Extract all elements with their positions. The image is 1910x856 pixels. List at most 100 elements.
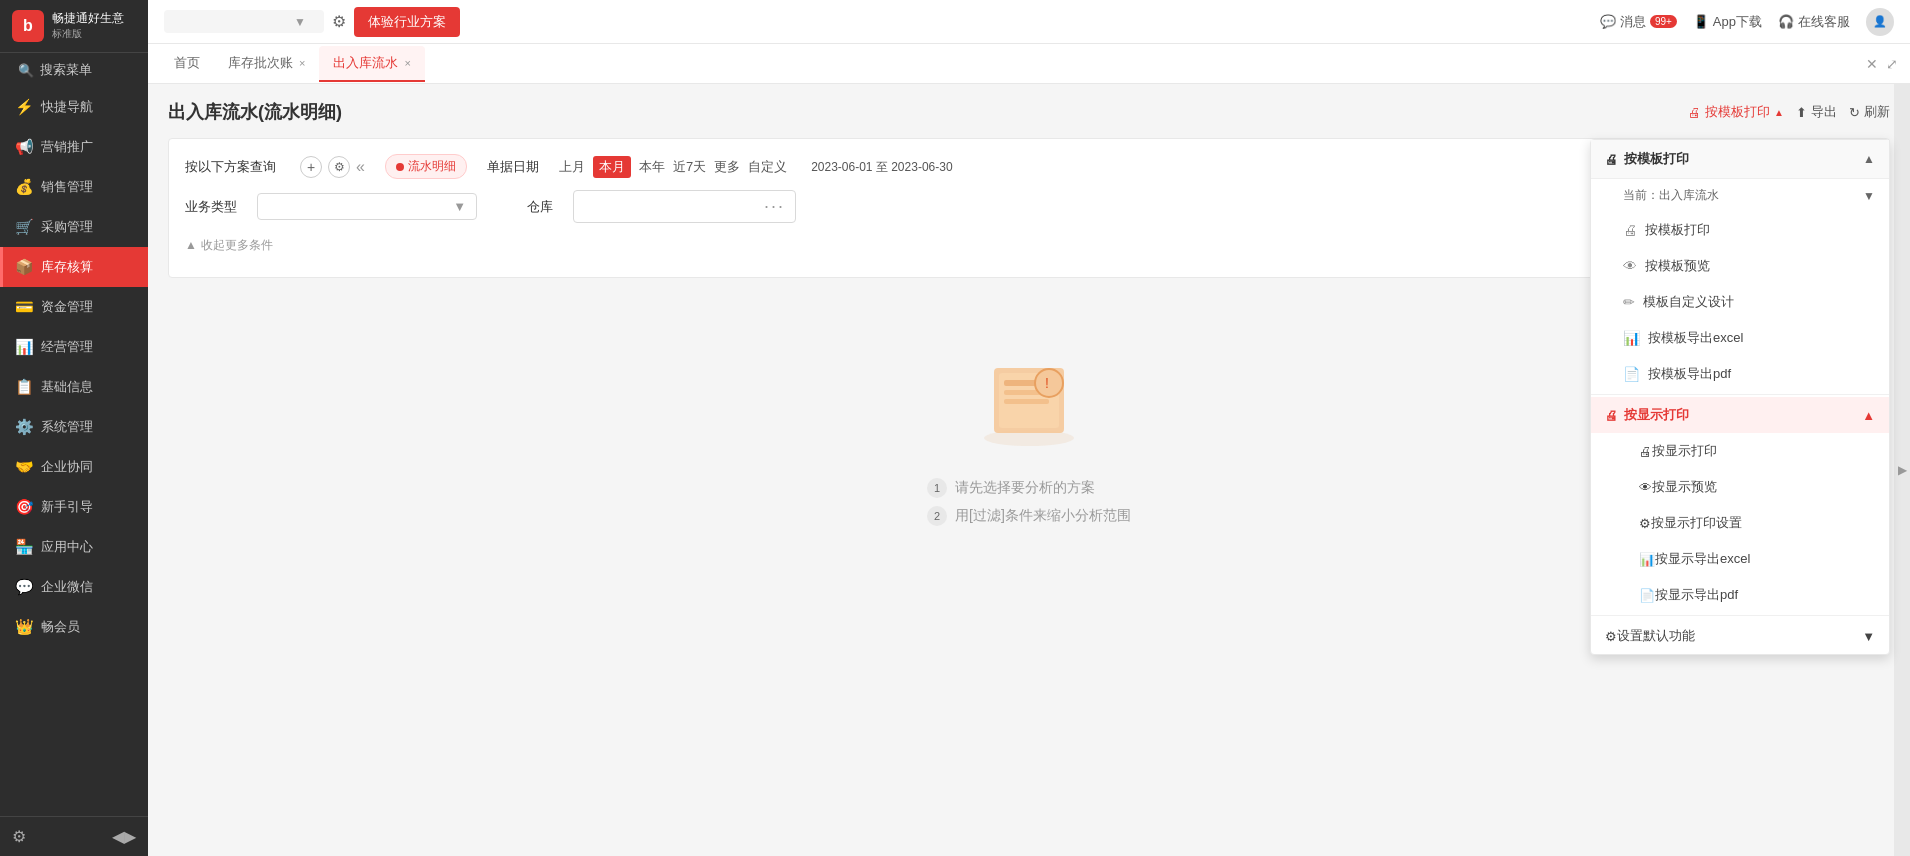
sidebar-item-label: 企业协同 — [41, 458, 93, 476]
message-icon: 💬 — [1600, 14, 1616, 29]
dropdown-item-display-print-settings[interactable]: ⚙ 按显示打印设置 — [1591, 505, 1889, 541]
date-range-text: 2023-06-01 至 2023-06-30 — [811, 159, 952, 176]
page-inner: 出入库流水(流水明细) 🖨 按模板打印 ▲ ⬆ 导出 ↻ — [148, 84, 1910, 856]
tab-batch-close[interactable]: × — [299, 57, 305, 69]
sidebar-item-system[interactable]: ⚙️ 系统管理 — [0, 407, 148, 447]
collapse-sidebar-icon[interactable]: ◀▶ — [112, 827, 136, 846]
dropdown-item-display-print[interactable]: 🖨 按显示打印 — [1591, 433, 1889, 469]
headset-icon: 🎧 — [1778, 14, 1794, 29]
quicknav-icon: ⚡ — [15, 98, 33, 116]
header-left: ▼ ⚙ 体验行业方案 — [164, 7, 460, 37]
collapse-more-button[interactable]: ▲ 收起更多条件 — [185, 229, 273, 261]
marketing-icon: 📢 — [15, 138, 33, 156]
sidebar-item-inventory[interactable]: 📦 库存核算 — [0, 247, 148, 287]
filter-tag-item[interactable]: 流水明细 — [385, 154, 467, 179]
filter-add-button[interactable]: + — [300, 156, 322, 178]
template-print-dropdown: 🖨 按模板打印 ▲ 当前：出入库流水 ▼ 🖨 — [1590, 139, 1890, 655]
filter-tag-label: 流水明细 — [408, 158, 456, 175]
dropdown-item-display-pdf[interactable]: 📄 按显示导出pdf — [1591, 577, 1889, 613]
export-action[interactable]: ⬆ 导出 — [1796, 103, 1837, 121]
sidebar-item-label: 库存核算 — [41, 258, 93, 276]
app-download-action[interactable]: 📱 App下载 — [1693, 13, 1762, 31]
dropdown-header: 🖨 按模板打印 ▲ — [1591, 140, 1889, 179]
dropdown-item-label: 按模板预览 — [1645, 257, 1710, 275]
dropdown-item-display-excel[interactable]: 📊 按显示导出excel — [1591, 541, 1889, 577]
date-preset-more[interactable]: 更多 — [714, 158, 740, 176]
filter-collapse-left-button[interactable]: « — [356, 158, 365, 176]
template-print-action[interactable]: 🖨 按模板打印 ▲ — [1688, 103, 1784, 121]
right-panel-handle[interactable]: ▶ — [1894, 84, 1910, 856]
display-section-label: 按显示打印 — [1624, 406, 1689, 424]
sidebar: b 畅捷通好生意 标准版 🔍 搜索菜单 ⚡ 快捷导航 📢 营销推广 💰 销售管理 — [0, 0, 148, 856]
header-gear-icon[interactable]: ⚙ — [332, 12, 346, 31]
tab-maximize-icon[interactable]: ⤢ — [1886, 56, 1898, 72]
refresh-action[interactable]: ↻ 刷新 — [1849, 103, 1890, 121]
sidebar-item-marketing[interactable]: 📢 营销推广 — [0, 127, 148, 167]
business-type-dropdown[interactable]: ▼ — [257, 193, 477, 220]
sidebar-search[interactable]: 🔍 搜索菜单 — [0, 53, 148, 87]
date-preset-7days[interactable]: 近7天 — [673, 158, 706, 176]
dropdown-print-icon: 🖨 — [1605, 152, 1618, 167]
dropdown-item-label: 模板自定义设计 — [1643, 293, 1734, 311]
dropdown-collapse-icon[interactable]: ▲ — [1863, 152, 1875, 166]
industry-solution-button[interactable]: 体验行业方案 — [354, 7, 460, 37]
dropdown-item-template-pdf[interactable]: 📄 按模板导出pdf — [1591, 356, 1889, 392]
sidebar-item-appstore[interactable]: 🏪 应用中心 — [0, 527, 148, 567]
sidebar-item-operations[interactable]: 📊 经营管理 — [0, 327, 148, 367]
app-logo-icon: b — [12, 10, 44, 42]
sidebar-item-member[interactable]: 👑 畅会员 — [0, 607, 148, 647]
tabs-bar: 首页 库存批次账 × 出入库流水 × ✕ ⤢ — [148, 44, 1910, 84]
sidebar-item-quicknav[interactable]: ⚡ 快捷导航 — [0, 87, 148, 127]
dropdown-item-template-excel[interactable]: 📊 按模板导出excel — [1591, 320, 1889, 356]
date-preset-last-month[interactable]: 上月 — [559, 158, 585, 176]
warehouse-more-icon[interactable]: ··· — [764, 196, 785, 217]
sidebar-item-label: 畅会员 — [41, 618, 80, 636]
date-preset-this-year[interactable]: 本年 — [639, 158, 665, 176]
dropdown-display-section[interactable]: 🖨 按显示打印 ▲ — [1591, 397, 1889, 433]
sidebar-item-sales[interactable]: 💰 销售管理 — [0, 167, 148, 207]
tab-batch[interactable]: 库存批次账 × — [214, 46, 319, 82]
dropdown-sub-label: 按显示导出excel — [1655, 550, 1750, 568]
sidebar-item-purchase[interactable]: 🛒 采购管理 — [0, 207, 148, 247]
item-print-icon: 🖨 — [1623, 222, 1637, 238]
header-search-box[interactable]: ▼ — [164, 10, 324, 33]
purchase-icon: 🛒 — [15, 218, 33, 236]
dropdown-current: 当前：出入库流水 ▼ — [1591, 179, 1889, 212]
date-preset-custom[interactable]: 自定义 — [748, 158, 787, 176]
message-action[interactable]: 💬 消息 99+ — [1600, 13, 1677, 31]
dropdown-item-display-preview[interactable]: 👁 按显示预览 — [1591, 469, 1889, 505]
tab-flow-close[interactable]: × — [404, 57, 410, 69]
footer-settings-icon: ⚙ — [1605, 629, 1617, 644]
page-actions: 🖨 按模板打印 ▲ ⬆ 导出 ↻ 刷新 — [1688, 103, 1890, 121]
online-service-action[interactable]: 🎧 在线客服 — [1778, 13, 1850, 31]
template-print-chevron[interactable]: ▲ — [1774, 107, 1784, 118]
sidebar-item-label: 经营管理 — [41, 338, 93, 356]
sidebar-item-guide[interactable]: 🎯 新手引导 — [0, 487, 148, 527]
main-area: ▼ ⚙ 体验行业方案 💬 消息 99+ 📱 App下载 🎧 在线客服 — [148, 0, 1910, 856]
settings-footer-icon[interactable]: ⚙ — [12, 827, 26, 846]
search-dropdown-icon[interactable]: ▼ — [294, 15, 306, 29]
dropdown-title-text: 按模板打印 — [1624, 150, 1689, 168]
dropdown-item-template-custom[interactable]: ✏ 模板自定义设计 — [1591, 284, 1889, 320]
svg-point-6 — [1035, 369, 1063, 397]
header-search-input[interactable] — [174, 14, 294, 29]
sidebar-item-collab[interactable]: 🤝 企业协同 — [0, 447, 148, 487]
step-2-number: 2 — [927, 506, 947, 526]
tab-flow[interactable]: 出入库流水 × — [319, 46, 424, 82]
user-avatar[interactable]: 👤 — [1866, 8, 1894, 36]
tab-home[interactable]: 首页 — [160, 46, 214, 82]
date-preset-this-month[interactable]: 本月 — [593, 156, 631, 178]
dropdown-item-template-print[interactable]: 🖨 按模板打印 — [1591, 212, 1889, 248]
wechat-icon: 💬 — [15, 578, 33, 596]
sidebar-logo: b 畅捷通好生意 标准版 — [0, 0, 148, 53]
warehouse-dropdown[interactable]: ··· — [573, 190, 796, 223]
dropdown-item-template-preview[interactable]: 👁 按模板预览 — [1591, 248, 1889, 284]
sidebar-item-basics[interactable]: 📋 基础信息 — [0, 367, 148, 407]
filter-settings-button[interactable]: ⚙ — [328, 156, 350, 178]
online-service-label: 在线客服 — [1798, 13, 1850, 31]
tab-restore-icon[interactable]: ✕ — [1866, 56, 1878, 72]
dropdown-footer-settings[interactable]: ⚙ 设置默认功能 ▼ — [1591, 618, 1889, 654]
sidebar-item-finance[interactable]: 💳 资金管理 — [0, 287, 148, 327]
sidebar-item-wechat[interactable]: 💬 企业微信 — [0, 567, 148, 607]
display-excel-icon: 📊 — [1639, 552, 1655, 567]
